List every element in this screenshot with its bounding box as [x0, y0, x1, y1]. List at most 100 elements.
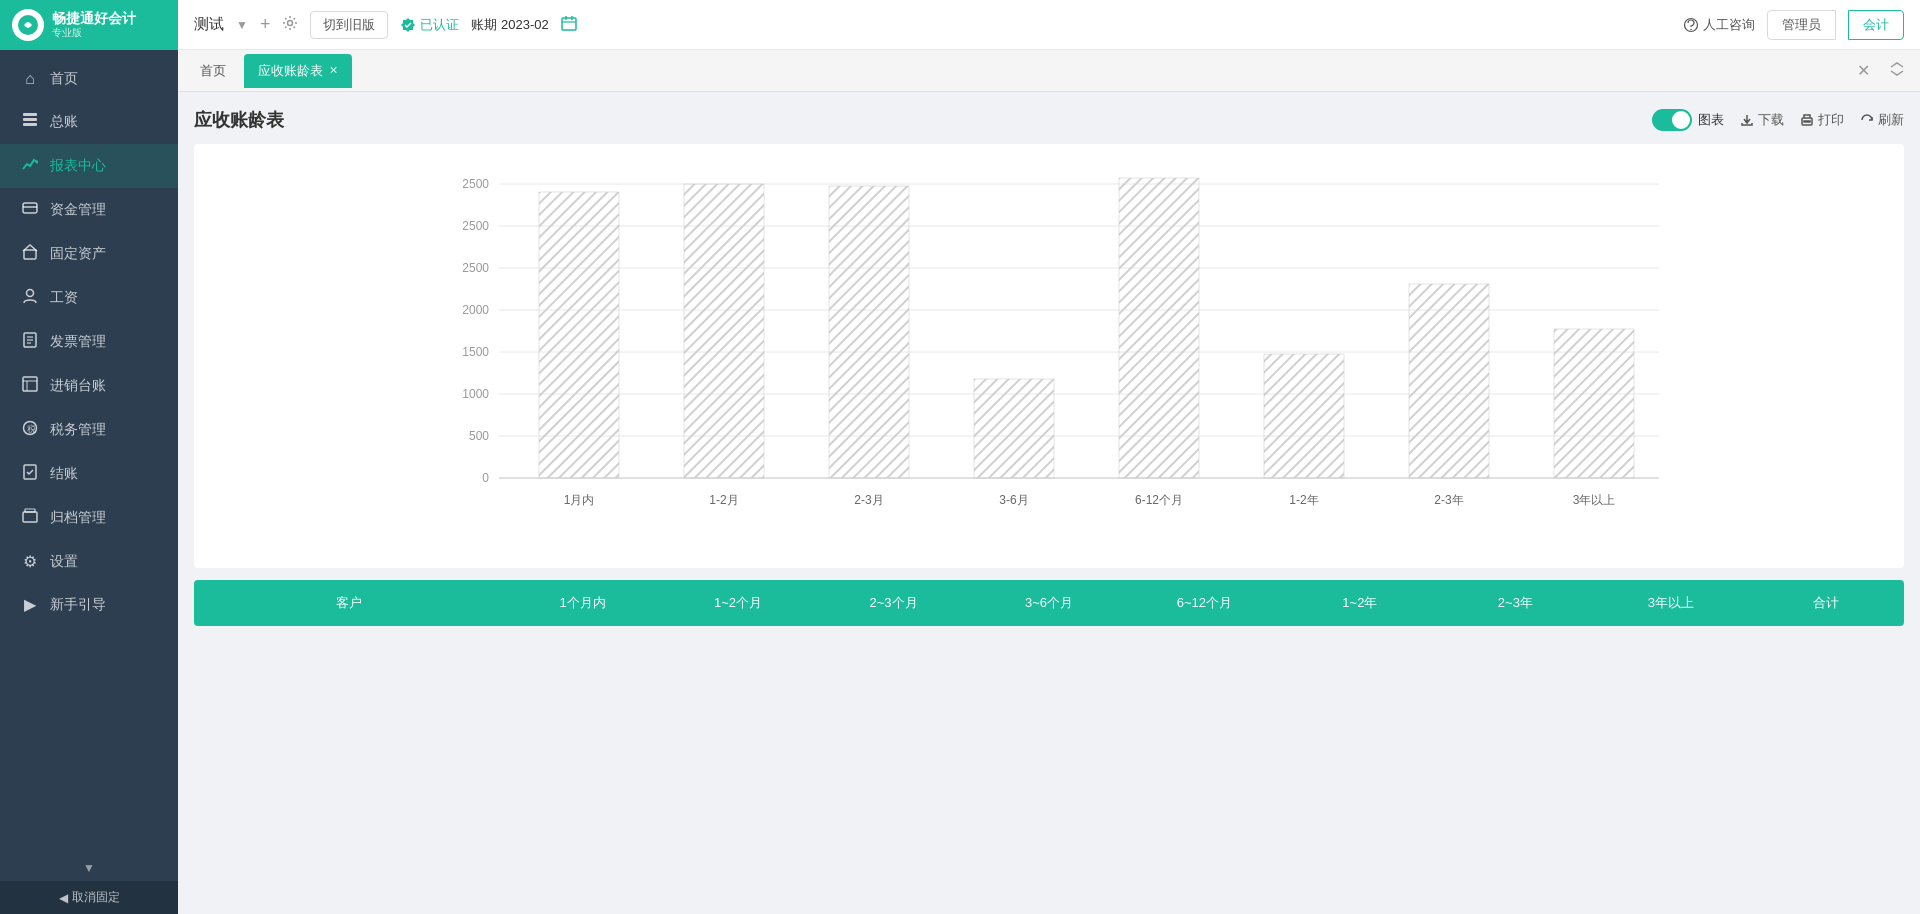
svg-text:1500: 1500 [462, 345, 489, 359]
page-title: 应收账龄表 [194, 108, 284, 132]
tab-close-icon[interactable]: ✕ [329, 64, 338, 77]
inout-icon [20, 376, 40, 396]
svg-text:500: 500 [469, 429, 489, 443]
svg-text:1-2年: 1-2年 [1289, 493, 1318, 507]
col-3-6month: 3~6个月 [971, 580, 1126, 626]
bar-3year-plus[interactable] [1554, 329, 1634, 478]
sidebar-scroll-down[interactable]: ▼ [0, 855, 178, 881]
bar-2-3year[interactable] [1409, 284, 1489, 478]
main-area: 测试 ▼ + 切到旧版 已认证 账期 2023-02 [178, 0, 1920, 914]
bar-1-2month[interactable] [684, 184, 764, 478]
col-2-3month: 2~3个月 [816, 580, 971, 626]
svg-text:2500: 2500 [462, 177, 489, 191]
topbar: 测试 ▼ + 切到旧版 已认证 账期 2023-02 [178, 0, 1920, 50]
svg-rect-22 [562, 18, 576, 30]
checkout-icon [20, 464, 40, 484]
project-chevron-icon[interactable]: ▼ [236, 18, 248, 32]
page-header: 应收账龄表 图表 下载 [194, 108, 1904, 132]
svg-text:1000: 1000 [462, 387, 489, 401]
archive-icon [20, 508, 40, 528]
consult-button[interactable]: 人工咨询 [1683, 16, 1755, 34]
svg-rect-5 [23, 203, 37, 213]
sidebar-item-checkout[interactable]: 结账 [0, 452, 178, 496]
bar-1-2year[interactable] [1264, 354, 1344, 478]
sidebar-item-tax[interactable]: 税 税务管理 [0, 408, 178, 452]
period-label: 账期 2023-02 [471, 16, 548, 34]
sidebar-item-reports[interactable]: 报表中心 [0, 144, 178, 188]
add-project-button[interactable]: + [260, 14, 271, 35]
chart-toggle-switch[interactable] [1652, 109, 1692, 131]
sidebar-logo: 畅捷通好会计 专业版 [0, 0, 178, 50]
sidebar-item-guide[interactable]: ▶ 新手引导 [0, 583, 178, 626]
svg-text:2-3年: 2-3年 [1434, 493, 1463, 507]
svg-point-21 [288, 20, 293, 25]
chart-container: 2500 2500 2500 2000 1500 1000 500 0 [194, 144, 1904, 568]
reports-icon [20, 156, 40, 176]
logo-icon [12, 9, 44, 41]
ledger-icon [20, 112, 40, 132]
page-actions: 图表 下载 打印 [1652, 109, 1904, 131]
admin-button[interactable]: 管理员 [1767, 10, 1836, 40]
sidebar-item-assets[interactable]: 固定资产 [0, 232, 178, 276]
svg-text:1-2月: 1-2月 [709, 493, 738, 507]
col-1-2year: 1~2年 [1282, 580, 1437, 626]
verified-badge: 已认证 [400, 16, 459, 34]
tab-ar-aging[interactable]: 应收账龄表 ✕ [244, 54, 352, 88]
tab-home[interactable]: 首页 [186, 54, 240, 88]
col-6-12month: 6~12个月 [1127, 580, 1282, 626]
svg-rect-29 [1804, 121, 1810, 122]
svg-point-27 [1690, 28, 1692, 30]
bar-2-3month[interactable] [829, 186, 909, 478]
chart-toggle: 图表 [1652, 109, 1724, 131]
chart-toggle-label: 图表 [1698, 111, 1724, 129]
tabbar-close-button[interactable]: ✕ [1849, 57, 1878, 84]
svg-text:1月内: 1月内 [564, 493, 595, 507]
sidebar-item-ledger[interactable]: 总账 [0, 100, 178, 144]
invoice-icon [20, 332, 40, 352]
settings-icon: ⚙ [20, 552, 40, 571]
calendar-icon[interactable] [561, 15, 577, 35]
guide-icon: ▶ [20, 595, 40, 614]
svg-text:3年以上: 3年以上 [1573, 493, 1616, 507]
logo-text: 畅捷通好会计 专业版 [52, 10, 136, 41]
bar-chart: 2500 2500 2500 2000 1500 1000 500 0 [214, 164, 1884, 544]
sidebar-item-archive[interactable]: 归档管理 [0, 496, 178, 540]
download-button[interactable]: 下载 [1740, 111, 1784, 129]
sidebar-item-wages[interactable]: 工资 [0, 276, 178, 320]
table-header: 客户 1个月内 1~2个月 2~3个月 3~6个月 6~12个月 1~2年 2~… [194, 580, 1904, 626]
project-settings-button[interactable] [282, 15, 298, 35]
col-total: 合计 [1749, 580, 1904, 626]
pin-icon: ◀ [59, 891, 68, 905]
old-version-button[interactable]: 切到旧版 [310, 11, 388, 39]
funds-icon [20, 200, 40, 220]
svg-text:税: 税 [27, 424, 36, 434]
content-area: 应收账龄表 图表 下载 [178, 92, 1920, 914]
tabbar-expand-button[interactable] [1882, 58, 1912, 83]
home-icon: ⌂ [20, 70, 40, 88]
svg-text:3-6月: 3-6月 [999, 493, 1028, 507]
bar-6-12month[interactable] [1119, 178, 1199, 478]
cancel-fixed-button[interactable]: ◀ 取消固定 [0, 881, 178, 914]
table-container: 客户 1个月内 1~2个月 2~3个月 3~6个月 6~12个月 1~2年 2~… [194, 580, 1904, 626]
svg-rect-3 [23, 123, 37, 126]
tax-icon: 税 [20, 420, 40, 440]
refresh-button[interactable]: 刷新 [1860, 111, 1904, 129]
svg-rect-2 [23, 118, 37, 121]
sidebar-item-settings[interactable]: ⚙ 设置 [0, 540, 178, 583]
svg-rect-13 [23, 377, 37, 391]
sidebar-item-inout[interactable]: 进销台账 [0, 364, 178, 408]
bar-3-6month[interactable] [974, 379, 1054, 478]
col-1month: 1个月内 [505, 580, 660, 626]
col-3year-plus: 3年以上 [1593, 580, 1748, 626]
svg-rect-7 [24, 250, 36, 259]
svg-text:2500: 2500 [462, 261, 489, 275]
svg-rect-20 [25, 509, 35, 512]
accounting-button[interactable]: 会计 [1848, 10, 1904, 40]
sidebar-item-invoice[interactable]: 发票管理 [0, 320, 178, 364]
print-button[interactable]: 打印 [1800, 111, 1844, 129]
bar-1month[interactable] [539, 192, 619, 478]
sidebar-item-home[interactable]: ⌂ 首页 [0, 58, 178, 100]
sidebar-item-funds[interactable]: 资金管理 [0, 188, 178, 232]
svg-text:6-12个月: 6-12个月 [1135, 493, 1183, 507]
svg-point-8 [27, 290, 34, 297]
